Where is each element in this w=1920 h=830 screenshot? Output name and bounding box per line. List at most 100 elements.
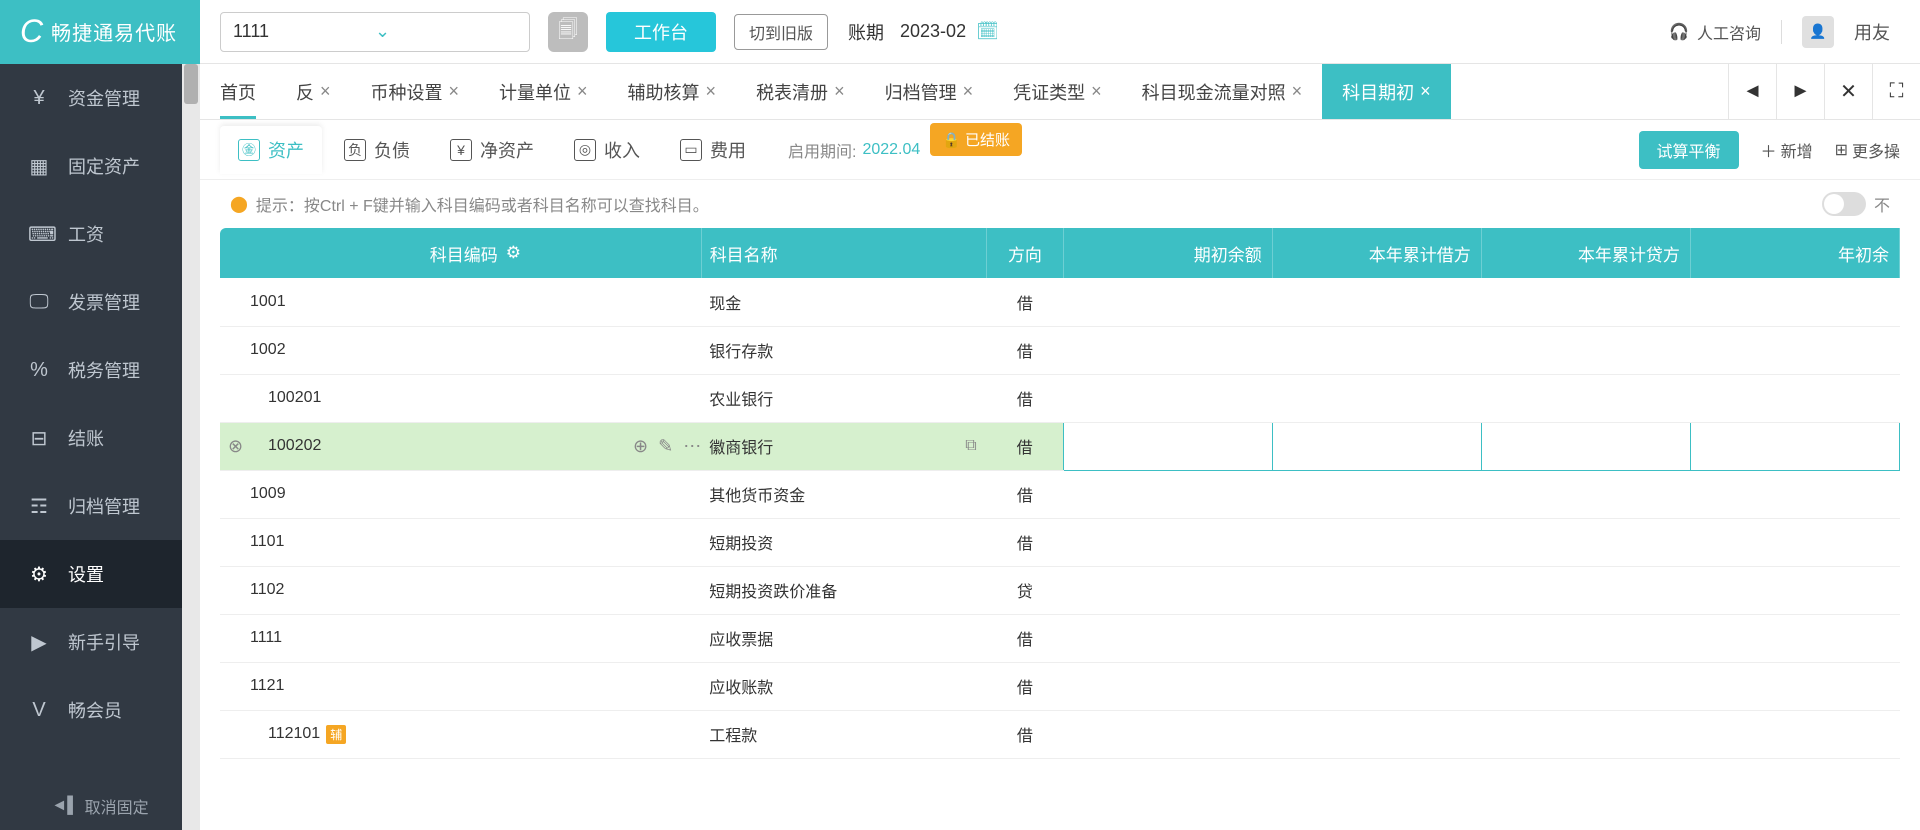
unpin-button[interactable]: ◄▌ 取消固定 [0, 782, 200, 830]
tab-scroll-right[interactable]: ► [1776, 64, 1824, 120]
subtab-1[interactable]: 负负债 [326, 126, 428, 174]
sidebar-item-label: 发票管理 [68, 289, 140, 315]
cell-year [1690, 566, 1899, 614]
tab-1[interactable]: 反× [276, 64, 351, 119]
company-dropdown[interactable]: 1111 ⌄ [220, 12, 530, 52]
more-button[interactable]: ⊞ 更多操 [1835, 138, 1900, 162]
close-icon[interactable]: × [449, 81, 460, 102]
tab-label: 科目期初 [1342, 79, 1414, 105]
dir-text: 借 [987, 374, 1063, 422]
old-version-button[interactable]: 切到旧版 [734, 14, 828, 50]
close-icon[interactable]: × [834, 81, 845, 102]
dir-text: 借 [987, 710, 1063, 758]
tab-close-all[interactable]: ✕ [1824, 64, 1872, 120]
subtab-0[interactable]: ㊎资产 [220, 126, 322, 174]
sidebar-item-4[interactable]: %税务管理 [0, 336, 200, 404]
code-text: 1001 [250, 293, 286, 311]
cell-year [1690, 374, 1899, 422]
tab-label: 科目现金流量对照 [1142, 79, 1286, 105]
closed-badge: 🔒 已结账 [930, 123, 1022, 156]
tab-6[interactable]: 归档管理× [865, 64, 994, 119]
sidebar-item-6[interactable]: ☶归档管理 [0, 472, 200, 540]
add-button[interactable]: ＋ 新增 [1761, 138, 1813, 162]
dir-text: 借 [987, 470, 1063, 518]
tab-fullscreen[interactable]: ⛶ [1872, 64, 1920, 120]
calendar-icon[interactable]: 🗓 [976, 21, 999, 42]
consult-link[interactable]: 🎧 人工咨询 [1669, 20, 1761, 44]
sidebar-item-3[interactable]: 🖵发票管理 [0, 268, 200, 336]
tab-9[interactable]: 科目期初 × [1322, 64, 1451, 119]
name-text: 现金 [709, 290, 741, 314]
subtab-label: 费用 [710, 137, 746, 163]
delete-row-icon[interactable]: ⊗ [228, 436, 243, 457]
tab-7[interactable]: 凭证类型× [993, 64, 1122, 119]
cell-open[interactable] [1063, 422, 1272, 470]
tab-5[interactable]: 税表清册× [736, 64, 865, 119]
tab-scroll-left[interactable]: ◄ [1728, 64, 1776, 120]
avatar-icon[interactable]: 👤 [1802, 16, 1834, 48]
sidebar-item-0[interactable]: ¥资金管理 [0, 64, 200, 132]
header: C 畅捷通易代账 1111 ⌄ 🗐 工作台 切到旧版 账期 2023-02 🗓 … [0, 0, 1920, 64]
tab-4[interactable]: 辅助核算× [608, 64, 737, 119]
table-row[interactable]: 1111 应收票据 借 [220, 614, 1900, 662]
sidebar-item-8[interactable]: ▶新手引导 [0, 608, 200, 676]
table-row[interactable]: ⊗100202⊕✎⋯ 徽商银行⧉ 借 [220, 422, 1900, 470]
tab-0[interactable]: 首页 [200, 64, 276, 119]
cell-open [1063, 326, 1272, 374]
close-icon[interactable]: × [706, 81, 717, 102]
table-row[interactable]: 1002 银行存款 借 [220, 326, 1900, 374]
cell-debit[interactable] [1272, 422, 1481, 470]
close-icon[interactable]: × [320, 81, 331, 102]
th-code: 科目编码 ⚙ [220, 228, 701, 278]
lock-icon: 🔒 [942, 131, 961, 149]
more-icon[interactable]: ⋯ [683, 436, 701, 457]
subtab-3[interactable]: ◎收入 [556, 126, 658, 174]
table-row[interactable]: 112101辅 工程款 借 [220, 710, 1900, 758]
cell-credit[interactable] [1481, 422, 1690, 470]
subtab-2[interactable]: ¥净资产 [432, 126, 552, 174]
edit-icon[interactable]: ✎ [658, 436, 673, 457]
tip-toggle[interactable] [1822, 192, 1866, 216]
workbench-button[interactable]: 工作台 [606, 12, 716, 52]
sidebar-item-9[interactable]: V畅会员 [0, 676, 200, 744]
sidebar-scrollbar[interactable] [182, 64, 200, 830]
table-row[interactable]: 1102 短期投资跌价准备 贷 [220, 566, 1900, 614]
sidebar-item-5[interactable]: ⊟结账 [0, 404, 200, 472]
subtab-icon: ◎ [574, 139, 596, 161]
chevron-down-icon: ⌄ [375, 21, 517, 42]
name-text: 短期投资 [709, 530, 773, 554]
tab-2[interactable]: 币种设置× [351, 64, 480, 119]
table-row[interactable]: 100201 农业银行 借 [220, 374, 1900, 422]
copy-icon[interactable]: ⧉ [965, 437, 976, 455]
sidebar-item-1[interactable]: ▦固定资产 [0, 132, 200, 200]
close-icon[interactable]: × [1091, 81, 1102, 102]
sidebar-icon: V [28, 699, 50, 722]
cell-year [1690, 422, 1899, 470]
close-icon[interactable]: × [1420, 81, 1431, 102]
sidebar-item-7[interactable]: ⚙设置 [0, 540, 200, 608]
subtabs: ㊎资产负负债¥净资产◎收入▭费用 启用期间: 2022.04 🔒 已结账 试算平… [200, 120, 1920, 180]
add-child-icon[interactable]: ⊕ [633, 436, 648, 457]
trial-balance-button[interactable]: 试算平衡 [1639, 131, 1739, 169]
tab-3[interactable]: 计量单位× [479, 64, 608, 119]
sidebar-item-2[interactable]: ⌨工资 [0, 200, 200, 268]
subtab-icon: ㊎ [238, 139, 260, 161]
cell-credit [1481, 518, 1690, 566]
table-row[interactable]: 1001 现金 借 [220, 278, 1900, 326]
table-row[interactable]: 1009 其他货币资金 借 [220, 470, 1900, 518]
gear-icon[interactable]: ⚙ [506, 243, 521, 263]
subtab-4[interactable]: ▭费用 [662, 126, 764, 174]
clipboard-icon: 🗐 [558, 15, 578, 49]
close-icon[interactable]: × [963, 81, 974, 102]
close-icon[interactable]: × [577, 81, 588, 102]
tab-8[interactable]: 科目现金流量对照 × [1122, 64, 1323, 119]
unpin-icon: ◄▌ [51, 797, 78, 815]
main: 首页反×币种设置×计量单位×辅助核算×税表清册×归档管理×凭证类型×科目现金流量… [200, 64, 1920, 830]
cell-open [1063, 278, 1272, 326]
cell-debit [1272, 614, 1481, 662]
table-row[interactable]: 1121 应收账款 借 [220, 662, 1900, 710]
close-icon[interactable]: × [1292, 81, 1303, 102]
plus-icon: ＋ [1761, 138, 1777, 162]
table-row[interactable]: 1101 短期投资 借 [220, 518, 1900, 566]
clipboard-button[interactable]: 🗐 [548, 12, 588, 52]
